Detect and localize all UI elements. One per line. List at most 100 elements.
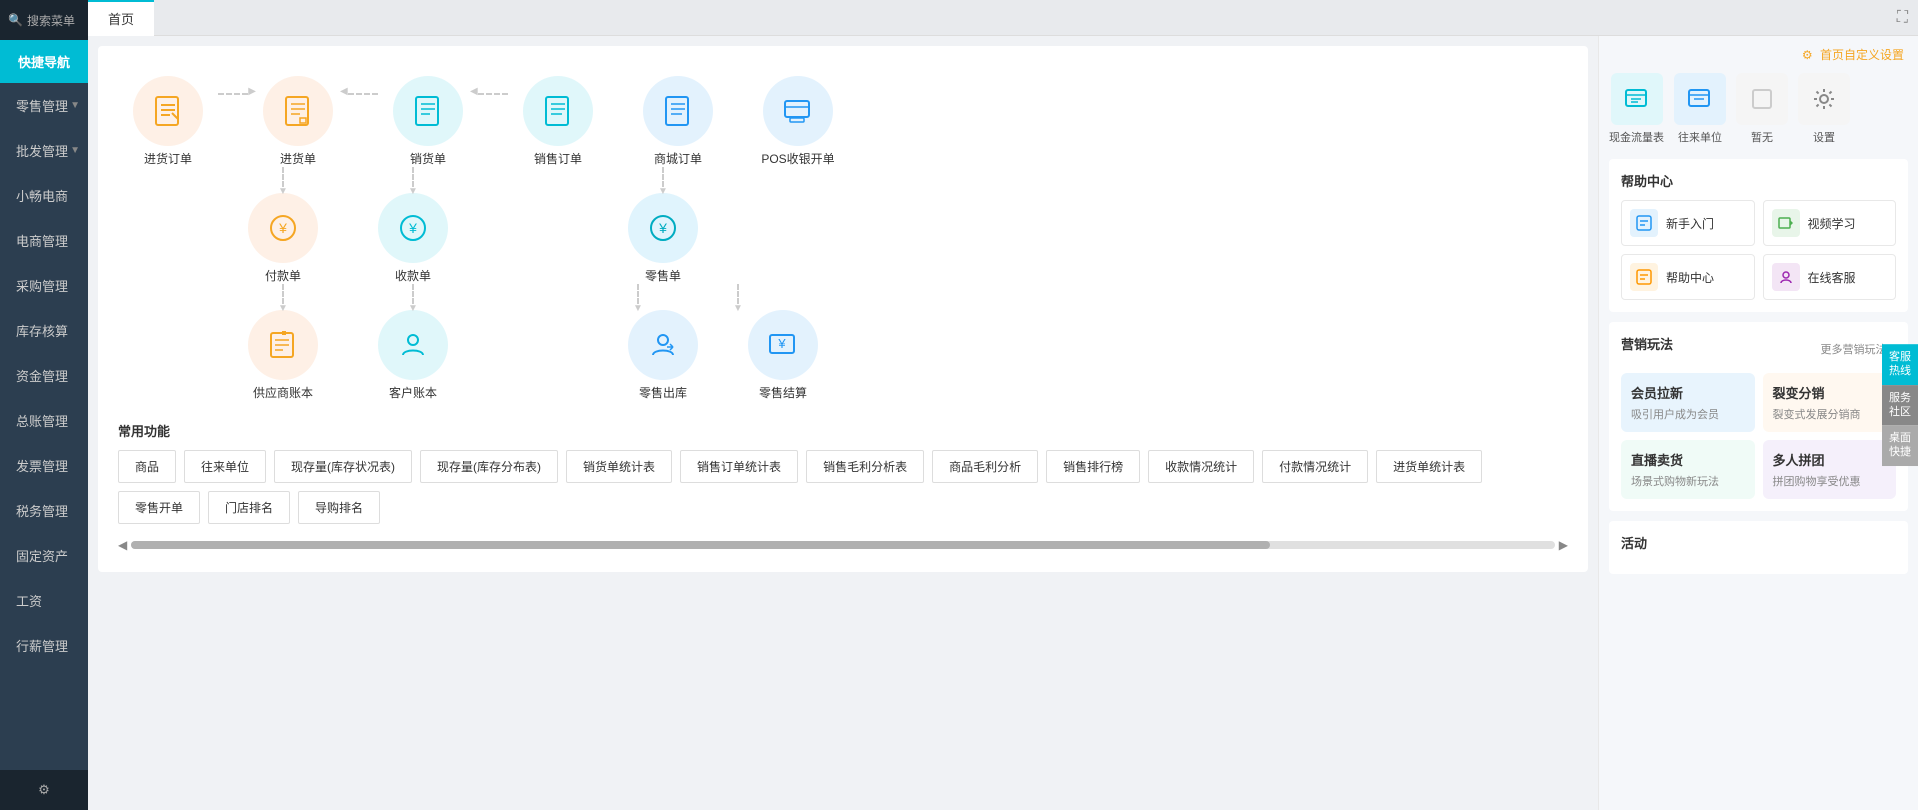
func-btn-stock2[interactable]: 现存量(库存分布表) — [420, 450, 558, 483]
support-icon — [1772, 263, 1800, 291]
quicknav-item[interactable]: 快捷导航 — [0, 40, 88, 83]
func-btn-product[interactable]: 商品 — [118, 450, 176, 483]
quick-icon-cashflow[interactable]: 现金流量表 — [1609, 73, 1664, 145]
home-settings-link[interactable]: ⚙ 首页自定义设置 — [1609, 46, 1908, 63]
pos-icon[interactable] — [763, 76, 833, 146]
beginner-icon — [1630, 209, 1658, 237]
sales-bill-icon[interactable] — [393, 76, 463, 146]
sidebar-item-ledger-label: 总账管理 — [16, 411, 68, 430]
search-menu[interactable]: 🔍 搜索菜单 — [0, 0, 88, 40]
flow-node-supplier-account: 供应商账本 — [233, 310, 333, 401]
help-item-video[interactable]: 视频学习 — [1763, 200, 1897, 246]
func-btn-guide-rank[interactable]: 导购排名 — [298, 491, 380, 524]
retail-outbound-icon[interactable] — [628, 310, 698, 380]
sidebar-item-ecom[interactable]: 电商管理 — [0, 218, 88, 263]
sidebar-item-wholesale[interactable]: 批发管理 ▼ — [0, 128, 88, 173]
down-arrow-retail-settle — [713, 284, 763, 304]
marketing-item-fission[interactable]: 裂变分销 裂变式发展分销商 — [1763, 373, 1897, 432]
func-btn-stock1[interactable]: 现存量(库存状况表) — [274, 450, 412, 483]
flow-node-retail-bill: ¥ 零售单 — [613, 193, 713, 284]
sales-bill-label: 销货单 — [410, 150, 446, 167]
func-btn-sales-stat[interactable]: 销货单统计表 — [566, 450, 672, 483]
sales-order-label: 销售订单 — [534, 150, 582, 167]
supplier-account-icon[interactable] — [248, 310, 318, 380]
sidebar-item-ledger[interactable]: 总账管理 — [0, 398, 88, 443]
sidebar-item-invoice[interactable]: 发票管理 — [0, 443, 88, 488]
flow-diagram: 进货订单 进货单 — [118, 66, 1568, 411]
svg-text:¥: ¥ — [278, 220, 287, 236]
help-center-card: 帮助中心 新手入门 视频学习 — [1609, 159, 1908, 312]
help-item-help[interactable]: 帮助中心 — [1621, 254, 1755, 300]
quick-icon-partners[interactable]: 往来单位 — [1674, 73, 1726, 145]
tab-home[interactable]: 首页 — [88, 0, 154, 36]
flow-row-2: ¥ 付款单 ¥ 收款单 — [118, 193, 1568, 284]
func-btn-payment-stat[interactable]: 付款情况统计 — [1262, 450, 1368, 483]
sidebar-settings[interactable]: ⚙ — [0, 770, 88, 810]
marketing-item-live[interactable]: 直播卖货 场景式购物新玩法 — [1621, 440, 1755, 499]
retail-settlement-icon[interactable]: ¥ — [748, 310, 818, 380]
retail-bill-label: 零售单 — [645, 267, 681, 284]
sales-order-icon[interactable] — [523, 76, 593, 146]
scroll-track[interactable] — [131, 541, 1555, 549]
marketing-item-group[interactable]: 多人拼团 拼团购物享受优惠 — [1763, 440, 1897, 499]
svg-text:¥: ¥ — [777, 336, 786, 351]
sidebar-item-purchase[interactable]: 采购管理 — [0, 263, 88, 308]
arrow-1 — [218, 93, 248, 123]
func-btn-receipt-stat[interactable]: 收款情况统计 — [1148, 450, 1254, 483]
sidebar-item-xiaochang[interactable]: 小畅电商 — [0, 173, 88, 218]
home-settings-label: 首页自定义设置 — [1820, 48, 1904, 62]
sidebar-item-assets[interactable]: 固定资产 — [0, 533, 88, 578]
purchase-order-icon[interactable] — [133, 76, 203, 146]
scroll-left-btn[interactable]: ◀ — [118, 538, 127, 552]
help-item-support[interactable]: 在线客服 — [1763, 254, 1897, 300]
func-btn-sales-profit[interactable]: 销售毛利分析表 — [806, 450, 924, 483]
marketing-grid: 会员拉新 吸引用户成为会员 裂变分销 裂变式发展分销商 直播卖货 场景式购物新玩… — [1621, 373, 1896, 499]
sidebar-item-finance[interactable]: 资金管理 — [0, 353, 88, 398]
down-arrow-receipt — [363, 284, 463, 304]
fullscreen-button[interactable]: ⛶ — [1897, 9, 1908, 26]
function-buttons-grid: 商品 往来单位 现存量(库存状况表) 现存量(库存分布表) 销货单统计表 销售订… — [118, 450, 1568, 524]
float-btn-service-community[interactable]: 服务社区 — [1882, 385, 1918, 426]
payment-icon[interactable]: ¥ — [248, 193, 318, 263]
func-btn-store-rank[interactable]: 门店排名 — [208, 491, 290, 524]
search-menu-label: 搜索菜单 — [27, 12, 75, 29]
flow-node-mall-order: 商城订单 — [628, 76, 728, 167]
marketing-item-member[interactable]: 会员拉新 吸引用户成为会员 — [1621, 373, 1755, 432]
pos-label: POS收银开单 — [761, 150, 834, 167]
func-btn-retail-open[interactable]: 零售开单 — [118, 491, 200, 524]
receipt-label: 收款单 — [395, 267, 431, 284]
sidebar-item-retail-label: 零售管理 — [16, 96, 68, 115]
scroll-right-btn[interactable]: ▶ — [1559, 538, 1568, 552]
func-btn-partners[interactable]: 往来单位 — [184, 450, 266, 483]
flow-node-customer-account: 客户账本 — [363, 310, 463, 401]
func-btn-sales-order-stat[interactable]: 销售订单统计表 — [680, 450, 798, 483]
float-btn-desktop-shortcut[interactable]: 桌面快捷 — [1882, 425, 1918, 466]
func-btn-product-profit[interactable]: 商品毛利分析 — [932, 450, 1038, 483]
marketing-title: 营销玩法 — [1621, 334, 1673, 353]
func-btn-sales-rank[interactable]: 销售排行榜 — [1046, 450, 1140, 483]
purchase-bill-icon[interactable] — [263, 76, 333, 146]
float-btn-customer-service[interactable]: 客服热线 — [1882, 344, 1918, 385]
quick-icon-none[interactable]: 暂无 — [1736, 73, 1788, 145]
sidebar-item-inventory[interactable]: 库存核算 — [0, 308, 88, 353]
flow-node-receipt: ¥ 收款单 — [363, 193, 463, 284]
help-item-beginner[interactable]: 新手入门 — [1621, 200, 1755, 246]
tab-home-label: 首页 — [108, 9, 134, 28]
sidebar-item-salary[interactable]: 工资 — [0, 578, 88, 623]
receipt-icon[interactable]: ¥ — [378, 193, 448, 263]
sidebar-item-more[interactable]: 行薪管理 — [0, 623, 88, 668]
scroll-thumb — [131, 541, 1270, 549]
sidebar-item-tax[interactable]: 税务管理 — [0, 488, 88, 533]
customer-account-icon[interactable] — [378, 310, 448, 380]
retail-bill-icon[interactable]: ¥ — [628, 193, 698, 263]
arrow-2 — [348, 93, 378, 123]
sidebar-item-retail[interactable]: 零售管理 ▼ — [0, 83, 88, 128]
mall-order-icon[interactable] — [643, 76, 713, 146]
sidebar-item-xiaochang-label: 小畅电商 — [16, 186, 68, 205]
flow-node-sales-order: 销售订单 — [508, 76, 608, 167]
down-arrow-purchase — [233, 167, 333, 187]
quick-icon-settings[interactable]: 设置 — [1798, 73, 1850, 145]
flow-node-payment: ¥ 付款单 — [233, 193, 333, 284]
top-tabs: 首页 ⛶ — [88, 0, 1918, 36]
func-btn-purchase-stat[interactable]: 进货单统计表 — [1376, 450, 1482, 483]
